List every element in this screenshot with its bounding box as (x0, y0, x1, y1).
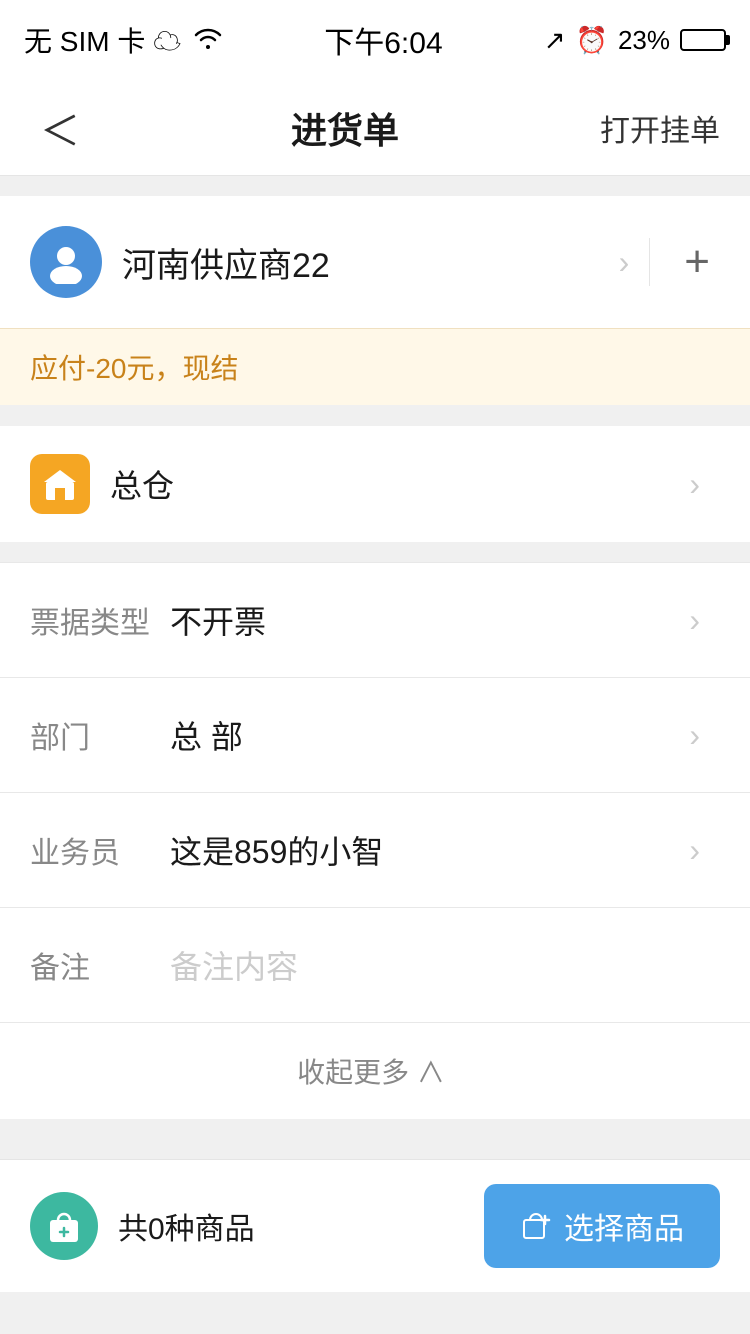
no-sim-label: 无 SIM 卡 ☁ (24, 20, 181, 60)
department-row[interactable]: 部门 总 部 › (0, 677, 750, 792)
add-supplier-button[interactable]: + (674, 237, 720, 287)
remark-input[interactable]: 备注内容 (170, 942, 720, 988)
gap-3 (0, 542, 750, 562)
department-label: 部门 (30, 713, 170, 757)
remark-row[interactable]: 备注 备注内容 (0, 907, 750, 1022)
salesman-chevron-icon: › (689, 832, 700, 869)
bottom-product-bar: 共0种商品 选择商品 (0, 1159, 750, 1292)
salesman-value: 这是859的小智 (170, 827, 689, 873)
open-hang-button[interactable]: 打开挂单 (600, 106, 720, 150)
select-goods-label: 选择商品 (564, 1204, 684, 1248)
status-time: 下午6:04 (324, 18, 442, 62)
wifi-icon (193, 24, 223, 56)
gap-2 (0, 405, 750, 425)
warehouse-chevron-icon: › (689, 466, 700, 503)
divider (649, 238, 650, 286)
supplier-card: 河南供应商22 › + 应付-20元，现结 (0, 196, 750, 405)
product-count: 共0种商品 (118, 1204, 484, 1248)
supplier-row[interactable]: 河南供应商22 › + (0, 196, 750, 328)
collapse-label: 收起更多 ∧ (297, 1051, 445, 1091)
select-goods-button[interactable]: 选择商品 (484, 1184, 720, 1268)
product-icon-wrap (30, 1192, 98, 1260)
invoice-chevron-icon: › (689, 602, 700, 639)
status-left: 无 SIM 卡 ☁ (24, 20, 223, 60)
location-icon: ↗ (544, 25, 566, 56)
battery-icon (680, 29, 726, 51)
collapse-button[interactable]: 收起更多 ∧ (0, 1022, 750, 1119)
warehouse-name: 总仓 (110, 461, 689, 507)
supplier-avatar (30, 226, 102, 298)
remark-label: 备注 (30, 943, 170, 987)
battery-percent: 23% (618, 25, 670, 56)
status-right: ↗ ⏰ 23% (544, 25, 726, 56)
status-bar: 无 SIM 卡 ☁ 下午6:04 ↗ ⏰ 23% (0, 0, 750, 80)
page-title: 进货单 (291, 102, 399, 154)
gap-1 (0, 176, 750, 196)
warehouse-row[interactable]: 总仓 › (0, 425, 750, 542)
warehouse-icon (30, 454, 90, 514)
alarm-icon: ⏰ (576, 25, 608, 56)
salesman-label: 业务员 (30, 828, 170, 872)
department-value: 总 部 (170, 712, 689, 758)
gap-4 (0, 1119, 750, 1139)
chevron-right-icon: › (619, 244, 630, 281)
invoice-label: 票据类型 (30, 598, 170, 642)
nav-bar: ＜ 进货单 打开挂单 (0, 80, 750, 176)
department-chevron-icon: › (689, 717, 700, 754)
salesman-row[interactable]: 业务员 这是859的小智 › (0, 792, 750, 907)
back-button[interactable]: ＜ (30, 89, 90, 167)
invoice-row[interactable]: 票据类型 不开票 › (0, 562, 750, 677)
form-card: 票据类型 不开票 › 部门 总 部 › 业务员 这是859的小智 › 备注 备注… (0, 562, 750, 1119)
warehouse-card: 总仓 › (0, 425, 750, 542)
supplier-name: 河南供应商22 (122, 238, 619, 287)
invoice-value: 不开票 (170, 597, 689, 643)
alert-row: 应付-20元，现结 (0, 328, 750, 405)
